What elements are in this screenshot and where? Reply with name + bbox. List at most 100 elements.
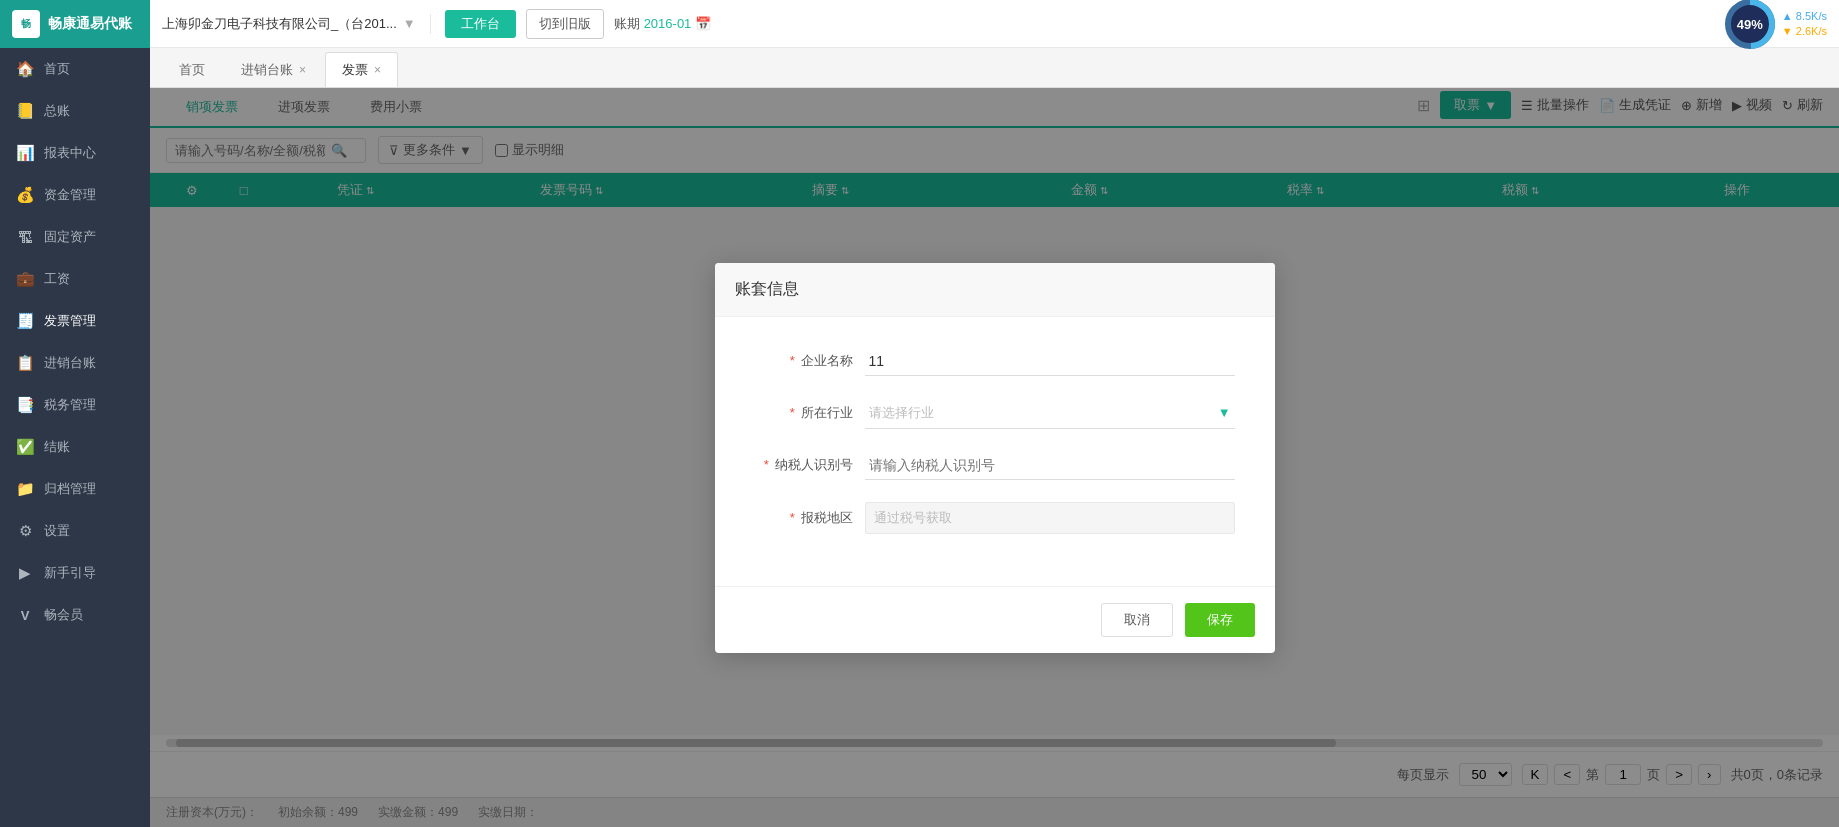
- sidebar-item-label: 设置: [44, 522, 70, 540]
- sidebar-item-settings[interactable]: ⚙ 设置: [0, 510, 150, 552]
- old-version-button[interactable]: 切到旧版: [526, 9, 604, 39]
- workbench-button[interactable]: 工作台: [445, 10, 516, 38]
- tab-invoice-close[interactable]: ×: [374, 63, 381, 77]
- home-icon: 🏠: [16, 60, 34, 78]
- sidebar-item-settle[interactable]: ✅ 结账: [0, 426, 150, 468]
- topbar-divider-1: [430, 14, 431, 34]
- dialog-footer: 取消 保存: [715, 586, 1275, 653]
- assets-icon: 🏗: [16, 228, 34, 246]
- tax-region-label: * 报税地区: [755, 509, 865, 527]
- invoice-area: 销项发票 进项发票 费用小票 ⊞ 取票 ▼ ☰ 批量操作: [150, 88, 1839, 827]
- tab-invoice[interactable]: 发票 ×: [325, 52, 398, 87]
- sidebar-item-tax[interactable]: 📑 税务管理: [0, 384, 150, 426]
- speed-donut: 49%: [1722, 0, 1778, 52]
- sidebar-item-report[interactable]: 📊 报表中心: [0, 132, 150, 174]
- tax-region-disabled: 通过税号获取: [865, 502, 1235, 534]
- company-dropdown-icon: ▼: [403, 16, 416, 31]
- period-value: 2016-01: [644, 16, 692, 31]
- form-row-tax-id: * 纳税人识别号: [755, 451, 1235, 480]
- account-info-dialog: 账套信息 * 企业名称: [715, 263, 1275, 653]
- form-row-tax-region: * 报税地区 通过税号获取: [755, 502, 1235, 534]
- speed-meter: 49% ▲ 8.5K/s ▼ 2.6K/s: [1722, 0, 1827, 52]
- tax-id-input[interactable]: [865, 451, 1235, 480]
- sidebar-item-label: 税务管理: [44, 396, 96, 414]
- sidebar-item-ledger[interactable]: 📒 总账: [0, 90, 150, 132]
- sidebar-item-label: 资金管理: [44, 186, 96, 204]
- dialog-body: * 企业名称 * 所在行业 请选择行业: [715, 317, 1275, 586]
- sidebar-item-member[interactable]: V 畅会员: [0, 594, 150, 636]
- sidebar-item-label: 发票管理: [44, 312, 96, 330]
- sidebar-item-label: 首页: [44, 60, 70, 78]
- topbar-right: 49% ▲ 8.5K/s ▼ 2.6K/s: [1722, 0, 1827, 52]
- report-icon: 📊: [16, 144, 34, 162]
- required-star: *: [764, 457, 769, 472]
- logo-icon: 畅: [12, 10, 40, 38]
- required-star: *: [790, 510, 795, 525]
- guide-icon: ▶: [16, 564, 34, 582]
- app-logo: 畅 畅康通易代账: [0, 0, 150, 48]
- tabbar: 首页 进销台账 × 发票 ×: [150, 48, 1839, 88]
- tab-home-label: 首页: [179, 61, 205, 79]
- main-content: 上海卯金刀电子科技有限公司_（台201... ▼ 工作台 切到旧版 账期 201…: [150, 0, 1839, 827]
- sidebar-item-purchase[interactable]: 📋 进销台账: [0, 342, 150, 384]
- save-button[interactable]: 保存: [1185, 603, 1255, 637]
- tab-home[interactable]: 首页: [162, 52, 222, 87]
- sidebar-item-label: 新手引导: [44, 564, 96, 582]
- tab-purchase-label: 进销台账: [241, 61, 293, 79]
- form-row-company-name: * 企业名称: [755, 347, 1235, 376]
- tab-purchase-close[interactable]: ×: [299, 63, 306, 77]
- member-icon: V: [16, 606, 34, 624]
- sidebar-item-invoice[interactable]: 🧾 发票管理: [0, 300, 150, 342]
- industry-select[interactable]: 请选择行业 ▼: [865, 398, 1235, 429]
- industry-label: * 所在行业: [755, 404, 865, 422]
- sidebar-item-fund[interactable]: 💰 资金管理: [0, 174, 150, 216]
- salary-icon: 💼: [16, 270, 34, 288]
- sidebar-item-label: 结账: [44, 438, 70, 456]
- sidebar-item-salary[interactable]: 💼 工资: [0, 258, 150, 300]
- sidebar-item-archive[interactable]: 📁 归档管理: [0, 468, 150, 510]
- speed-percent: 49%: [1737, 16, 1763, 31]
- ledger-icon: 📒: [16, 102, 34, 120]
- required-star: *: [790, 353, 795, 368]
- sidebar-item-label: 报表中心: [44, 144, 96, 162]
- tab-invoice-label: 发票: [342, 61, 368, 79]
- company-name-label: * 企业名称: [755, 352, 865, 370]
- settle-icon: ✅: [16, 438, 34, 456]
- settings-icon: ⚙: [16, 522, 34, 540]
- sidebar-item-label: 归档管理: [44, 480, 96, 498]
- dialog-header: 账套信息: [715, 263, 1275, 317]
- required-star: *: [790, 405, 795, 420]
- sidebar-item-label: 固定资产: [44, 228, 96, 246]
- sidebar-item-label: 进销台账: [44, 354, 96, 372]
- sidebar-item-label: 畅会员: [44, 606, 83, 624]
- tax-id-label: * 纳税人识别号: [755, 456, 865, 474]
- account-period: 账期 2016-01 📅: [614, 15, 712, 33]
- company-name-input[interactable]: [865, 347, 1235, 376]
- sidebar-item-label: 工资: [44, 270, 70, 288]
- purchase-icon: 📋: [16, 354, 34, 372]
- calendar-icon[interactable]: 📅: [695, 16, 711, 31]
- period-label: 账期: [614, 15, 640, 33]
- topbar: 上海卯金刀电子科技有限公司_（台201... ▼ 工作台 切到旧版 账期 201…: [150, 0, 1839, 48]
- tab-purchase[interactable]: 进销台账 ×: [224, 52, 323, 87]
- industry-placeholder: 请选择行业: [869, 404, 934, 422]
- archive-icon: 📁: [16, 480, 34, 498]
- form-row-industry: * 所在行业 请选择行业 ▼: [755, 398, 1235, 429]
- sidebar: 畅 畅康通易代账 🏠 首页 📒 总账 📊 报表中心 💰 资金管理 🏗 固定资产 …: [0, 0, 150, 827]
- tax-icon: 📑: [16, 396, 34, 414]
- company-selector[interactable]: 上海卯金刀电子科技有限公司_（台201... ▼: [162, 15, 416, 33]
- dialog-title: 账套信息: [735, 280, 799, 297]
- speed-down: ▼ 2.6K/s: [1782, 25, 1827, 37]
- industry-dropdown-icon: ▼: [1218, 405, 1231, 420]
- sidebar-item-guide[interactable]: ▶ 新手引导: [0, 552, 150, 594]
- sidebar-item-home[interactable]: 🏠 首页: [0, 48, 150, 90]
- modal-overlay: 账套信息 * 企业名称: [150, 88, 1839, 827]
- speed-info: ▲ 8.5K/s ▼ 2.6K/s: [1782, 10, 1827, 37]
- speed-up: ▲ 8.5K/s: [1782, 10, 1827, 22]
- app-name: 畅康通易代账: [48, 15, 132, 33]
- sidebar-item-assets[interactable]: 🏗 固定资产: [0, 216, 150, 258]
- invoice-icon: 🧾: [16, 312, 34, 330]
- sidebar-item-label: 总账: [44, 102, 70, 120]
- cancel-button[interactable]: 取消: [1101, 603, 1173, 637]
- company-name: 上海卯金刀电子科技有限公司_（台201...: [162, 15, 397, 33]
